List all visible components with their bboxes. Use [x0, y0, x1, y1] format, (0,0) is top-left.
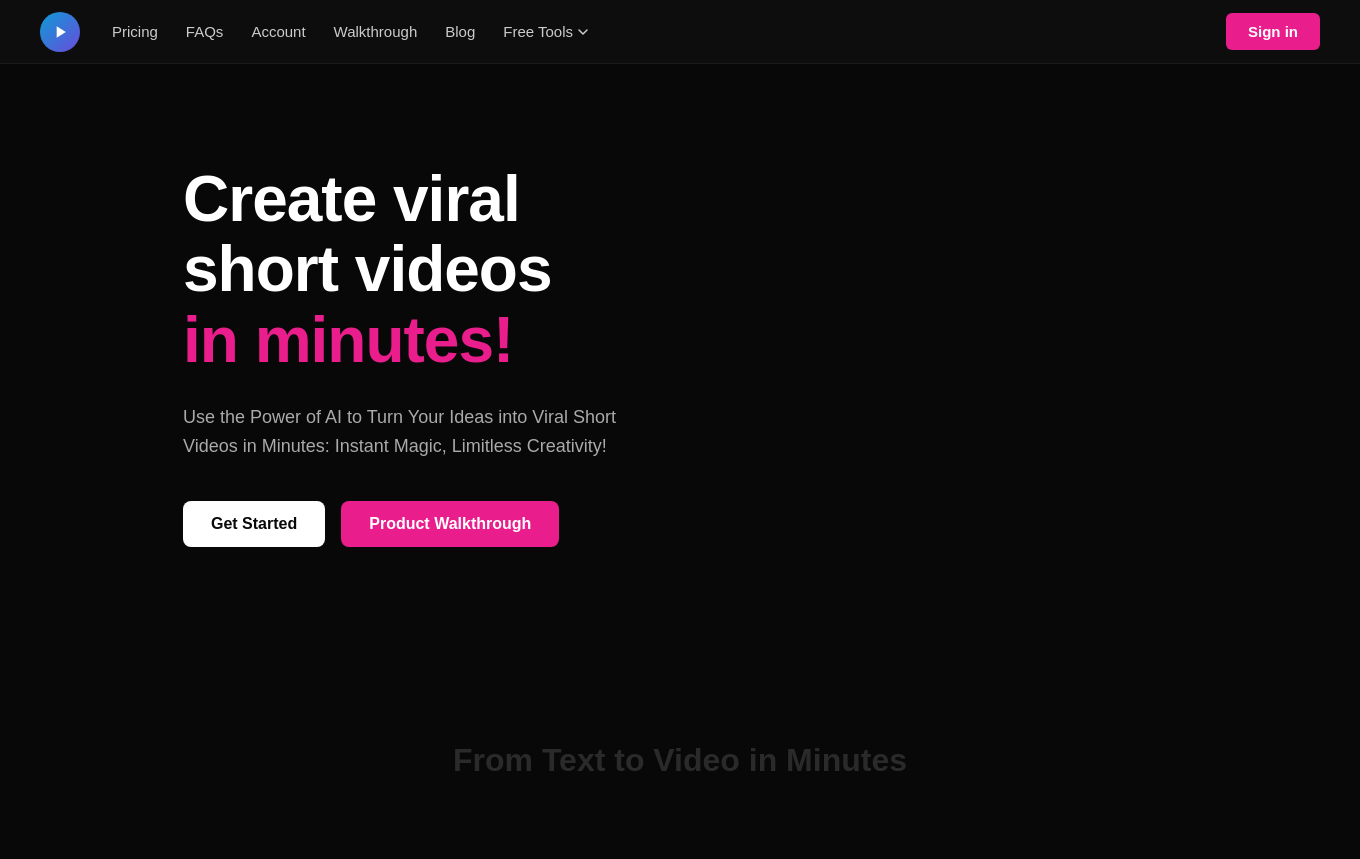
nav-item-account[interactable]: Account — [251, 23, 305, 41]
navbar: Pricing FAQs Account Walkthrough Blog Fr… — [0, 0, 1360, 64]
nav-item-blog[interactable]: Blog — [445, 23, 475, 41]
nav-link-account[interactable]: Account — [251, 23, 305, 40]
nav-item-free-tools[interactable]: Free Tools — [503, 23, 589, 40]
nav-link-pricing[interactable]: Pricing — [112, 23, 158, 40]
navbar-left: Pricing FAQs Account Walkthrough Blog Fr… — [40, 12, 589, 52]
hero-subtitle: Use the Power of AI to Turn Your Ideas i… — [183, 403, 660, 461]
page-wrapper: Pricing FAQs Account Walkthrough Blog Fr… — [0, 0, 1360, 859]
nav-item-walkthrough[interactable]: Walkthrough — [334, 23, 418, 41]
from-text-label: From Text to Video in Minutes — [453, 742, 907, 779]
logo[interactable] — [40, 12, 80, 52]
sign-in-button[interactable]: Sign in — [1226, 13, 1320, 50]
hero-buttons: Get Started Product Walkthrough — [183, 501, 660, 547]
product-walkthrough-button[interactable]: Product Walkthrough — [341, 501, 559, 547]
nav-item-pricing[interactable]: Pricing — [112, 23, 158, 41]
play-icon — [50, 22, 70, 42]
nav-link-walkthrough[interactable]: Walkthrough — [334, 23, 418, 40]
get-started-button[interactable]: Get Started — [183, 501, 325, 547]
hero-section: Create viral short videos in minutes! Us… — [0, 64, 700, 607]
nav-item-faqs[interactable]: FAQs — [186, 23, 224, 41]
hero-title-highlight: in minutes! — [183, 304, 513, 376]
nav-link-faqs[interactable]: FAQs — [186, 23, 224, 40]
nav-link-free-tools[interactable]: Free Tools — [503, 23, 589, 40]
nav-link-blog[interactable]: Blog — [445, 23, 475, 40]
chevron-down-icon — [577, 26, 589, 38]
hero-title: Create viral short videos in minutes! — [183, 164, 660, 375]
nav-links: Pricing FAQs Account Walkthrough Blog Fr… — [112, 23, 589, 41]
bottom-section: From Text to Video in Minutes — [0, 742, 1360, 779]
hero-title-text: Create viral short videos — [183, 163, 552, 305]
